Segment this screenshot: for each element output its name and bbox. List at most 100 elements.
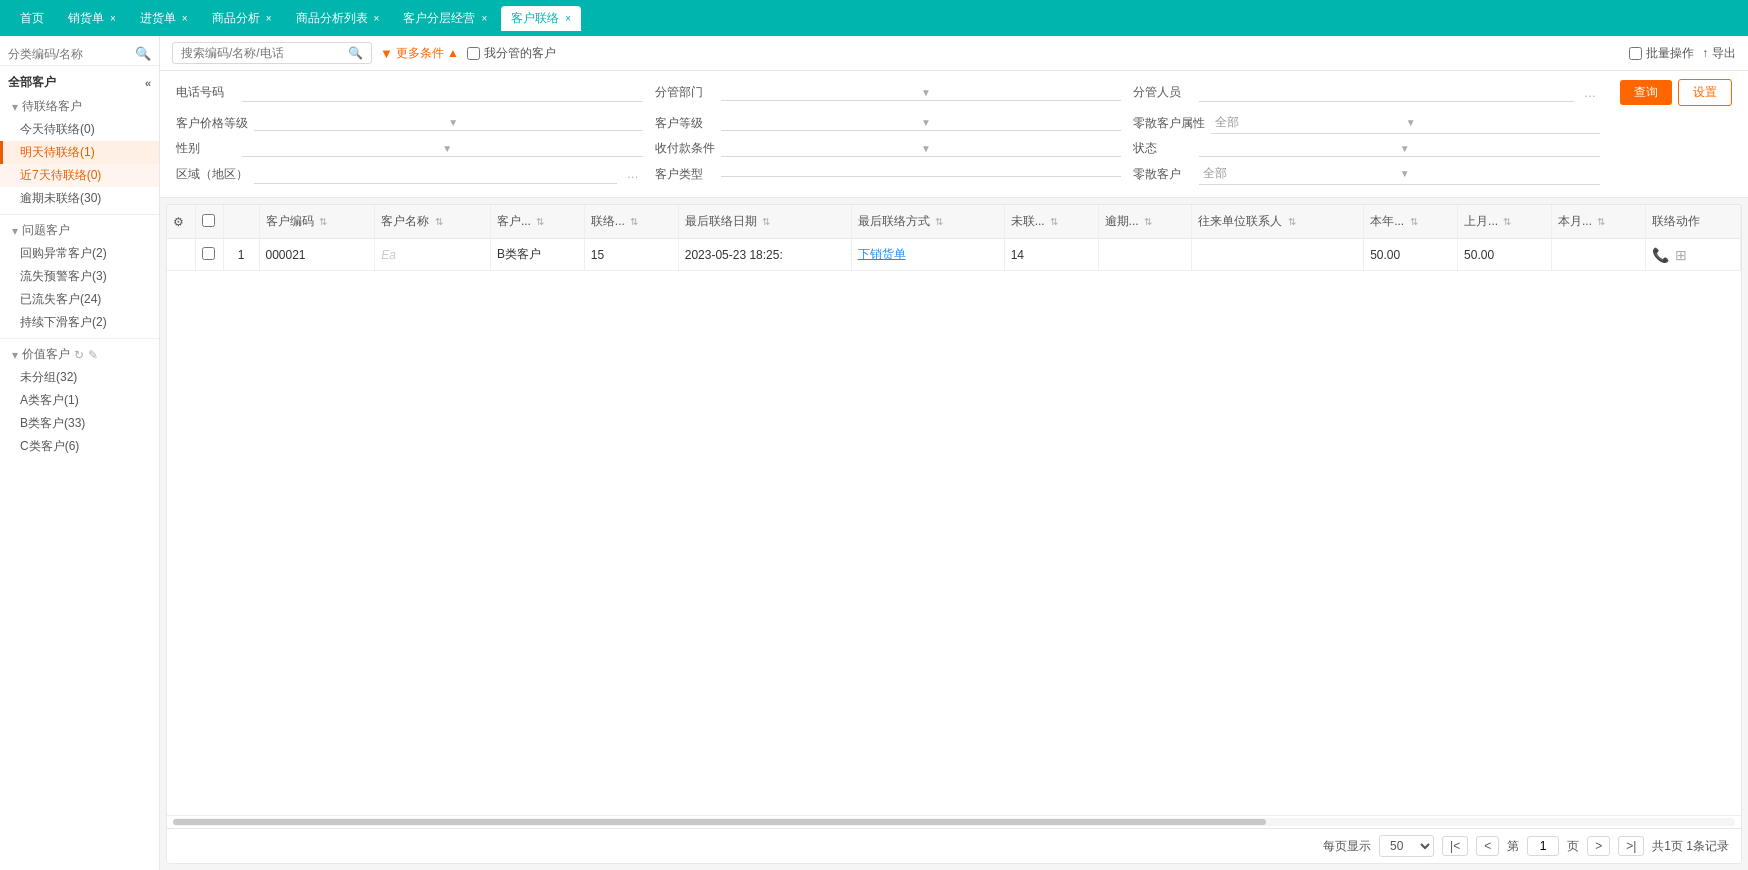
th-this-month: 本月... ⇅: [1552, 205, 1646, 239]
nav-product-analysis-list[interactable]: 商品分析列表 ×: [286, 6, 390, 31]
sidebar-item-churned[interactable]: 已流失客户(24): [0, 288, 159, 311]
table-header-row: ⚙ 客户编码 ⇅ 客户名称 ⇅: [167, 205, 1741, 239]
horizontal-scrollbar[interactable]: [173, 818, 1735, 826]
sidebar-item-today[interactable]: 今天待联络(0): [0, 118, 159, 141]
close-icon[interactable]: ×: [374, 13, 380, 24]
prev-page-btn[interactable]: <: [1476, 836, 1499, 856]
action-icons: 📞 ⊞: [1652, 247, 1734, 263]
sort-icon[interactable]: ⇅: [1503, 216, 1511, 227]
sort-icon[interactable]: ⇅: [1597, 216, 1605, 227]
per-page-select[interactable]: 50 100 200: [1379, 835, 1434, 857]
close-icon[interactable]: ×: [481, 13, 487, 24]
nav-sales-order[interactable]: 销货单 ×: [58, 6, 126, 31]
sort-icon[interactable]: ⇅: [762, 216, 770, 227]
row-checkbox[interactable]: [202, 247, 215, 260]
sidebar-item-tomorrow[interactable]: 明天待联络(1): [0, 141, 159, 164]
chevron-down-icon: ▼: [921, 117, 1117, 128]
filter-icon: ▼: [380, 46, 393, 61]
manager-ellipsis[interactable]: …: [1580, 84, 1600, 102]
sort-icon[interactable]: ⇅: [319, 216, 327, 227]
more-conditions-btn[interactable]: ▼ 更多条件 ▲: [380, 45, 459, 62]
first-page-btn[interactable]: |<: [1442, 836, 1468, 856]
triangle-icon: ▾: [12, 348, 18, 362]
sort-icon[interactable]: ⇅: [1410, 216, 1418, 227]
sidebar-item-repurchase[interactable]: 回购异常客户(2): [0, 242, 159, 265]
customer-value-select[interactable]: ▼: [254, 115, 643, 131]
sort-icon[interactable]: ⇅: [935, 216, 943, 227]
bulk-ops-btn[interactable]: 批量操作: [1629, 45, 1694, 62]
sort-icon[interactable]: ⇅: [1288, 216, 1296, 227]
settings-icon[interactable]: ⚙: [173, 215, 184, 229]
phone-action-icon[interactable]: 📞: [1652, 247, 1669, 263]
region-input[interactable]: [254, 165, 617, 184]
th-contact: 联络... ⇅: [584, 205, 678, 239]
close-icon[interactable]: ×: [266, 13, 272, 24]
customer-type-select[interactable]: [721, 172, 1122, 177]
sidebar-item-overdue[interactable]: 逾期未联络(30): [0, 187, 159, 210]
search-icon[interactable]: 🔍: [348, 46, 363, 60]
th-this-year: 本年... ⇅: [1364, 205, 1458, 239]
th-last-month: 上月... ⇅: [1458, 205, 1552, 239]
sidebar-search-input[interactable]: [8, 47, 135, 61]
filter-row-3: 性别 ▼ 收付款条件 ▼ 状态: [176, 140, 1732, 157]
edit-icon[interactable]: ✎: [88, 348, 98, 362]
dept-select[interactable]: ▼: [721, 85, 1122, 101]
problem-customers-group[interactable]: ▾ 问题客户: [0, 219, 159, 242]
th-index: [223, 205, 259, 239]
my-customers-checkbox[interactable]: [467, 47, 480, 60]
sidebar-item-week[interactable]: 近7天待联络(0): [0, 164, 159, 187]
sidebar-item-drop[interactable]: 持续下滑客户(2): [0, 311, 159, 334]
sidebar-item-ungrouped[interactable]: 未分组(32): [0, 366, 159, 389]
grid-action-icon[interactable]: ⊞: [1675, 247, 1687, 263]
next-page-btn[interactable]: >: [1587, 836, 1610, 856]
manager-label: 分管人员: [1133, 84, 1193, 101]
sort-icon[interactable]: ⇅: [536, 216, 544, 227]
close-icon[interactable]: ×: [565, 13, 571, 24]
pending-contact-group[interactable]: ▾ 待联络客户: [0, 95, 159, 118]
page-input[interactable]: [1527, 836, 1559, 856]
retail-customer-select[interactable]: 全部 ▼: [1199, 163, 1600, 185]
settings-button[interactable]: 设置: [1678, 79, 1732, 106]
value-customers-group[interactable]: ▾ 价值客户 ↻ ✎: [0, 343, 159, 366]
sort-icon[interactable]: ⇅: [630, 216, 638, 227]
nav-customer-tier[interactable]: 客户分层经营 ×: [393, 6, 497, 31]
td-last-contact-method[interactable]: 下销货单: [851, 239, 1004, 271]
close-icon[interactable]: ×: [182, 13, 188, 24]
sort-icon[interactable]: ⇅: [1050, 216, 1058, 227]
nav-customer-contact[interactable]: 客户联络 ×: [501, 6, 581, 31]
main-layout: 🔍 全部客户 « ▾ 待联络客户 今天待联络(0) 明天待联络(1) 近7天待联…: [0, 36, 1748, 870]
last-page-btn[interactable]: >|: [1618, 836, 1644, 856]
table-footer: 每页显示 50 100 200 |< < 第 页 > >| 共1页 1条记录: [167, 828, 1741, 863]
sort-icon[interactable]: ⇅: [1144, 216, 1152, 227]
status-select[interactable]: ▼: [1199, 141, 1600, 157]
region-ellipsis[interactable]: …: [623, 165, 643, 183]
sidebar-item-class-c[interactable]: C类客户(6): [0, 435, 159, 458]
td-name: Ea: [375, 239, 491, 271]
nav-product-analysis[interactable]: 商品分析 ×: [202, 6, 282, 31]
query-button[interactable]: 查询: [1620, 80, 1672, 105]
payment-select[interactable]: ▼: [721, 141, 1122, 157]
select-all-checkbox[interactable]: [202, 214, 215, 227]
sidebar-item-class-a[interactable]: A类客户(1): [0, 389, 159, 412]
sidebar-item-class-b[interactable]: B类客户(33): [0, 412, 159, 435]
nav-home[interactable]: 首页: [10, 6, 54, 31]
export-btn[interactable]: ↑ 导出: [1702, 45, 1736, 62]
nav-purchase-order[interactable]: 进货单 ×: [130, 6, 198, 31]
gender-select[interactable]: ▼: [242, 141, 643, 157]
refresh-icon[interactable]: ↻: [74, 348, 84, 362]
phone-input[interactable]: [242, 83, 643, 102]
sidebar-item-lost-warning[interactable]: 流失预警客户(3): [0, 265, 159, 288]
page-end-label: 页: [1567, 838, 1579, 855]
export-icon: ↑: [1702, 46, 1708, 60]
close-icon[interactable]: ×: [110, 13, 116, 24]
my-customers-toggle[interactable]: 我分管的客户: [467, 45, 556, 62]
bulk-ops-checkbox[interactable]: [1629, 47, 1642, 60]
search-input[interactable]: [181, 46, 344, 60]
manager-input[interactable]: [1199, 83, 1574, 102]
all-customers-header[interactable]: 全部客户 «: [0, 70, 159, 95]
td-this-month: [1552, 239, 1646, 271]
sort-icon[interactable]: ⇅: [435, 216, 443, 227]
retail-attr-select[interactable]: 全部 ▼: [1211, 112, 1600, 134]
customer-grade-select[interactable]: ▼: [721, 115, 1122, 131]
th-customer-name: 客户名称 ⇅: [375, 205, 491, 239]
